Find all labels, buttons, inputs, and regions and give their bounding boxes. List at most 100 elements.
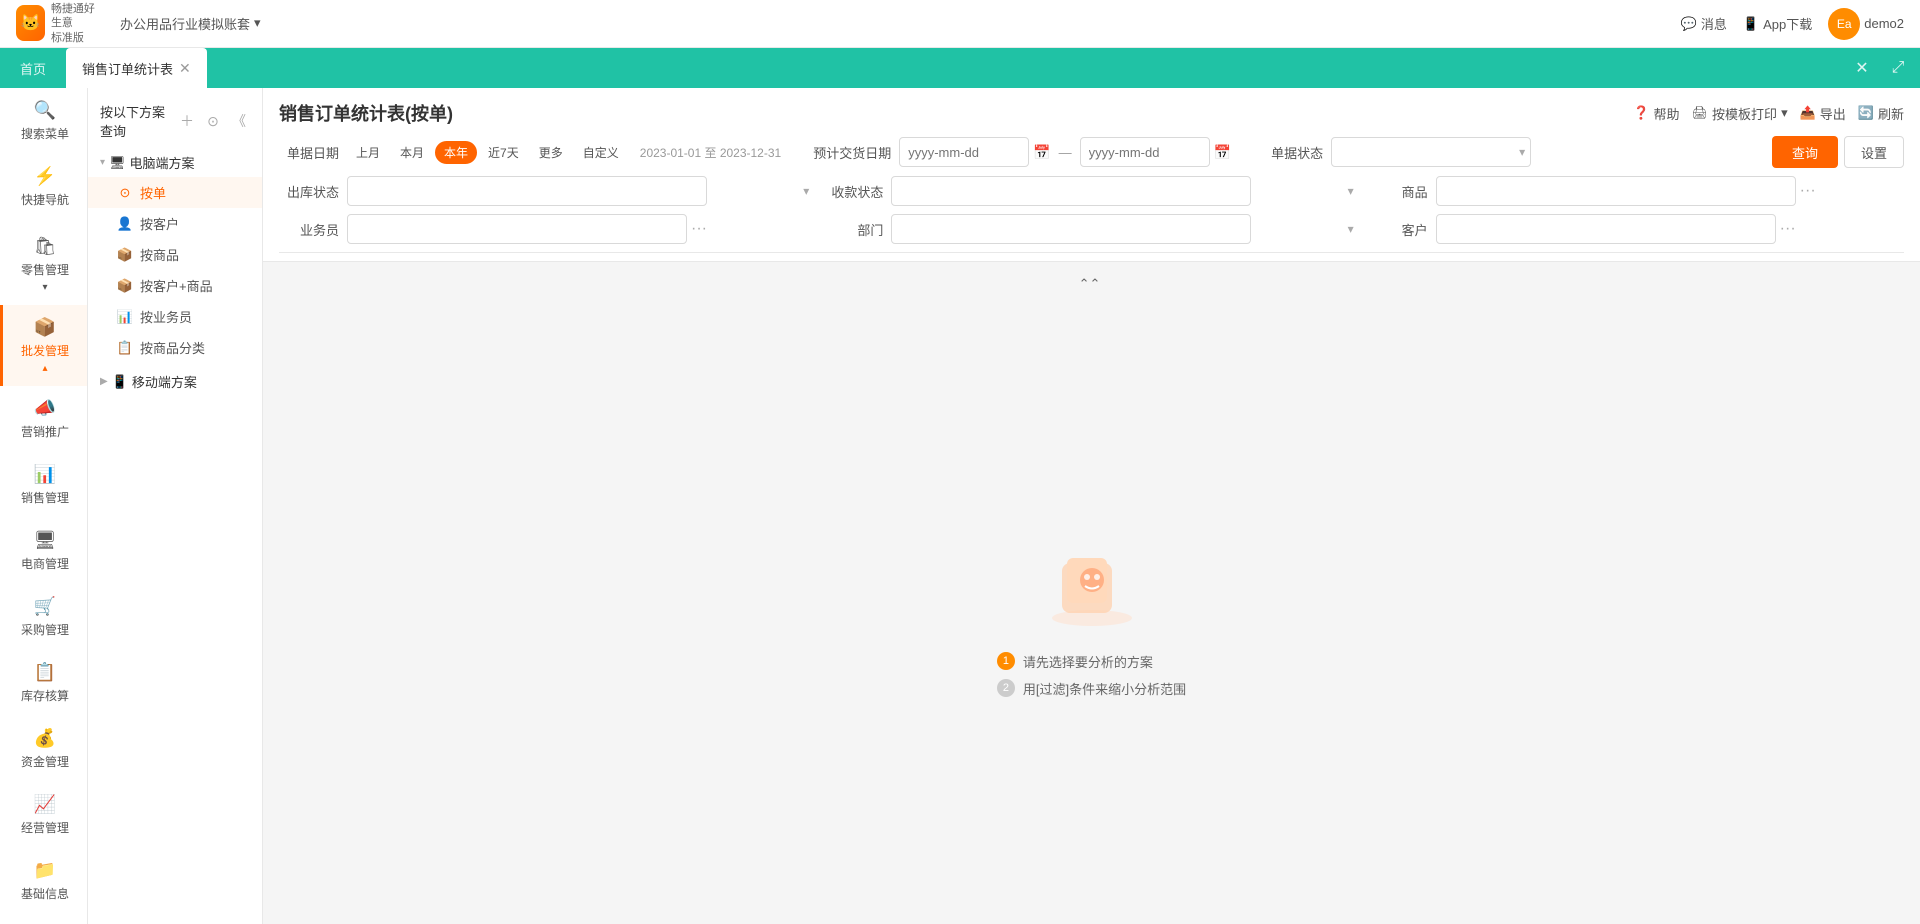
sidebar-item-ecommerce[interactable]: 🖥 电商管理: [0, 518, 87, 584]
export-icon: 📤: [1800, 105, 1816, 121]
purchase-icon: 🛒: [34, 596, 56, 617]
date-to-wrap: 📅: [1080, 137, 1231, 167]
goods-ellipsis[interactable]: ···: [1796, 182, 1820, 200]
goods-input-area: ···: [1436, 176, 1904, 206]
ecommerce-icon: 🖥: [34, 530, 57, 551]
sidebar-search[interactable]: 🔍 搜索菜单: [0, 88, 87, 154]
tab-home[interactable]: 首页: [0, 48, 66, 88]
finance-icon: 💰: [34, 728, 56, 749]
empty-step-1: 1 请先选择要分析的方案: [997, 652, 1186, 671]
tab-expand-icon[interactable]: ⤢: [1884, 54, 1912, 82]
refresh-button[interactable]: 🔄 刷新: [1858, 104, 1904, 123]
empty-svg: [1032, 533, 1152, 633]
scheme-group-mobile-header[interactable]: ▶ 📱 移动端方案: [88, 367, 262, 396]
empty-steps: 1 请先选择要分析的方案 2 用[过滤]条件来缩小分析范围: [997, 652, 1186, 698]
department-select[interactable]: [891, 214, 1251, 244]
scheme-by-customer-icon: 👤: [116, 215, 134, 233]
sidebar: 🔍 搜索菜单 ⚡ 快捷导航 🛍 零售管理 ▾ 📦 批发管理 ▴ 📣 营销推广 📊…: [0, 88, 88, 924]
date-btn-this-year[interactable]: 本年: [435, 141, 477, 164]
sidebar-item-inventory[interactable]: 📋 库存核算: [0, 650, 87, 716]
quick-nav-icon: ⚡: [34, 166, 56, 187]
calendar-to-icon[interactable]: 📅: [1214, 144, 1231, 161]
scheme-collapse-button[interactable]: 《: [228, 110, 250, 132]
app-selector[interactable]: 办公用品行业模拟账套 ▾: [112, 10, 269, 37]
scheme-by-goods-icon: 📦: [116, 246, 134, 264]
sidebar-item-finance[interactable]: 💰 资金管理: [0, 716, 87, 782]
report-title: 销售订单统计表(按单): [279, 100, 453, 126]
sidebar-item-purchase[interactable]: 🛒 采购管理: [0, 584, 87, 650]
scheme-item-by-customer-goods[interactable]: 📦 按客户+商品: [88, 270, 262, 301]
tab-sales-order-stats[interactable]: 销售订单统计表 ✕: [66, 48, 207, 88]
scheme-by-order-icon: ⊙: [116, 184, 134, 202]
department-label: 部门: [823, 220, 883, 239]
ship-status-select[interactable]: [347, 176, 707, 206]
bill-status-select[interactable]: [1331, 137, 1531, 167]
app-download-button[interactable]: 📱 App下载: [1743, 14, 1812, 33]
date-separator: —: [1059, 145, 1072, 160]
salesperson-input[interactable]: [347, 214, 687, 244]
calendar-from-icon[interactable]: 📅: [1033, 144, 1050, 161]
logo-area: 🐱 畅捷通好生意 标准版: [16, 2, 104, 45]
date-btn-more[interactable]: 更多: [530, 141, 572, 164]
sidebar-quick-nav[interactable]: ⚡ 快捷导航: [0, 154, 87, 220]
basic-icon: 📁: [34, 860, 56, 881]
payment-status-select[interactable]: [891, 176, 1251, 206]
customer-label: 客户: [1368, 220, 1428, 239]
sidebar-item-basic[interactable]: 📁 基础信息: [0, 848, 87, 914]
scheme-item-by-goods-category[interactable]: 📋 按商品分类: [88, 332, 262, 363]
date-from-input[interactable]: [899, 137, 1029, 167]
message-button[interactable]: 💬 消息: [1681, 14, 1727, 33]
scheme-item-by-order[interactable]: ⊙ 按单: [88, 177, 262, 208]
sidebar-item-wholesale[interactable]: 📦 批发管理 ▴: [0, 305, 87, 386]
sidebar-item-system[interactable]: ⚙ 系统管理: [0, 914, 87, 924]
group-icon: 🖥: [109, 155, 126, 171]
help-button[interactable]: ❓ 帮助: [1633, 104, 1679, 123]
message-icon: 💬: [1681, 16, 1697, 32]
sidebar-item-operations[interactable]: 📈 经营管理: [0, 782, 87, 848]
scheme-panel: 按以下方案查询 ＋ ⊙ 《 ▾ 🖥 电脑端方案 ⊙ 按单: [88, 88, 263, 924]
customer-ellipsis[interactable]: ···: [1776, 220, 1800, 238]
scheme-add-button[interactable]: ＋: [176, 110, 198, 132]
scheme-item-by-customer[interactable]: 👤 按客户: [88, 208, 262, 239]
tab-close-window-icon[interactable]: ✕: [1848, 54, 1876, 82]
sales-icon: 📊: [34, 464, 56, 485]
ship-status-chevron: ▾: [803, 184, 809, 198]
customer-input[interactable]: [1436, 214, 1776, 244]
scheme-item-by-goods[interactable]: 📦 按商品: [88, 239, 262, 270]
scheme-panel-header: 按以下方案查询 ＋ ⊙ 《: [88, 96, 262, 146]
inventory-icon: 📋: [34, 662, 56, 683]
salesperson-label: 业务员: [279, 220, 339, 239]
collapse-up-icon: ⌃⌃: [1079, 276, 1101, 292]
salesperson-ellipsis[interactable]: ···: [687, 220, 711, 238]
export-button[interactable]: 📤 导出: [1800, 104, 1846, 123]
date-btn-last-month[interactable]: 上月: [347, 141, 389, 164]
goods-input[interactable]: [1436, 176, 1796, 206]
help-icon: ❓: [1633, 105, 1649, 121]
top-nav: 🐱 畅捷通好生意 标准版 办公用品行业模拟账套 ▾ 💬 消息 📱 App下载 E…: [0, 0, 1920, 48]
app-selector-chevron: ▾: [254, 15, 261, 31]
print-button[interactable]: 🖨 按模板打印 ▾: [1692, 104, 1788, 123]
user-area[interactable]: Ea demo2: [1828, 8, 1904, 40]
date-btn-custom[interactable]: 自定义: [574, 141, 628, 164]
app-selector-label: 办公用品行业模拟账套: [120, 14, 250, 33]
date-btn-this-month[interactable]: 本月: [391, 141, 433, 164]
settings-button[interactable]: 设置: [1844, 136, 1904, 168]
scheme-item-by-salesperson[interactable]: 📊 按业务员: [88, 301, 262, 332]
scheme-settings-button[interactable]: ⊙: [202, 110, 224, 132]
scheme-group-desktop-header[interactable]: ▾ 🖥 电脑端方案: [88, 148, 262, 177]
date-btn-last-7[interactable]: 近7天: [479, 141, 528, 164]
user-avatar: Ea: [1828, 8, 1860, 40]
filter-row-date: 单据日期 上月 本月 本年 近7天 更多 自定义 2023-01-01 至 20…: [279, 136, 1904, 168]
tab-close-icon[interactable]: ✕: [179, 60, 191, 77]
step-num-1: 1: [997, 652, 1015, 670]
collapse-button[interactable]: ⌃⌃: [1079, 270, 1105, 298]
sidebar-item-sales[interactable]: 📊 销售管理: [0, 452, 87, 518]
print-chevron: ▾: [1781, 105, 1788, 121]
date-to-input[interactable]: [1080, 137, 1210, 167]
payment-status-label: 收款状态: [823, 182, 883, 201]
sidebar-item-retail[interactable]: 🛍 零售管理 ▾: [0, 224, 87, 305]
group-expand-icon: ▾: [100, 157, 105, 168]
search-button[interactable]: 查询: [1772, 136, 1838, 168]
filter-row-status: 出库状态 ▾ 收款状态 ▾: [279, 176, 1904, 206]
sidebar-item-marketing[interactable]: 📣 营销推广: [0, 386, 87, 452]
